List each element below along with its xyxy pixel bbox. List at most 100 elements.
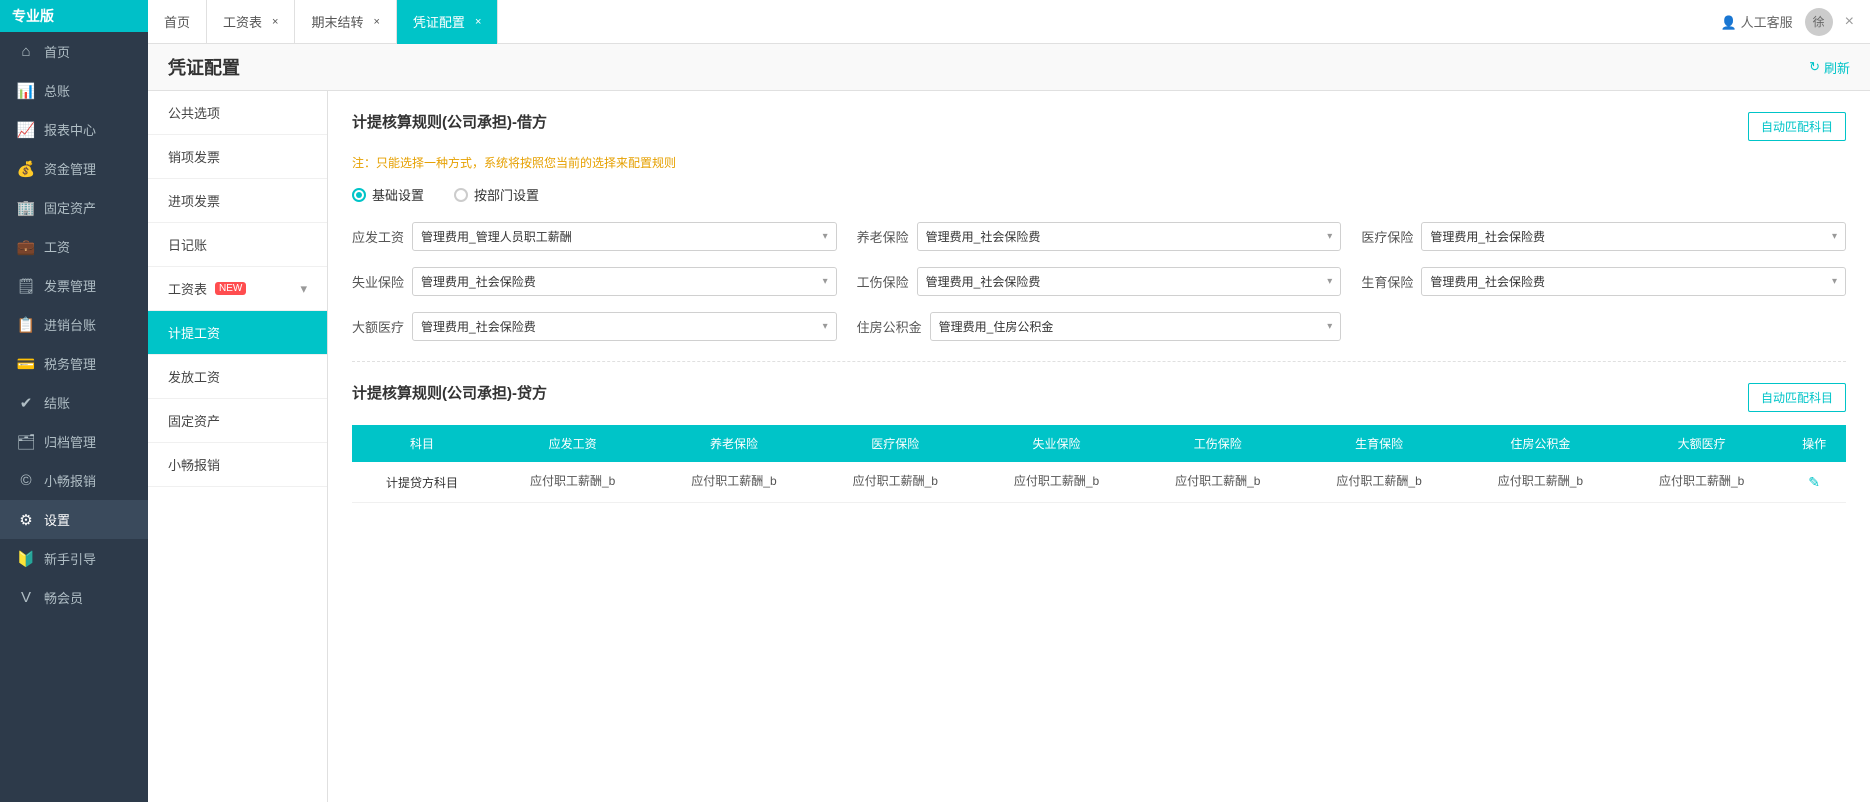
left-nav-item-deduct-invoice[interactable]: 进项发票: [148, 179, 327, 223]
sidebar-item-salary[interactable]: 💼 工资: [0, 227, 148, 266]
select-maternity[interactable]: 管理费用_社会保险费 ▾: [1421, 267, 1846, 296]
label-pension: 养老保险: [857, 227, 909, 246]
sidebar-item-newbie[interactable]: 🔰 新手引导: [0, 539, 148, 578]
sidebar-item-settings[interactable]: ⚙ 设置: [0, 500, 148, 539]
window-close-icon[interactable]: ×: [1845, 13, 1854, 31]
chevron-maternity: ▾: [1832, 276, 1837, 287]
select-housing[interactable]: 管理费用_住房公积金 ▾: [930, 312, 1342, 341]
cell-medical: 应付职工薪酬_b: [815, 462, 976, 503]
col-subject: 科目: [352, 425, 492, 462]
select-salary[interactable]: 管理费用_管理人员职工薪酬 ▾: [412, 222, 837, 251]
section2-title: 计提核算规则(公司承担)-贷方: [352, 382, 547, 403]
select-major-medical[interactable]: 管理费用_社会保险费 ▾: [412, 312, 837, 341]
select-pension[interactable]: 管理费用_社会保险费 ▾: [917, 222, 1342, 251]
radio-basic-circle: [352, 188, 366, 202]
tab-period-closing[interactable]: 期末结转 ×: [295, 0, 396, 44]
select-medical[interactable]: 管理费用_社会保险费 ▾: [1421, 222, 1846, 251]
main-area: 首页 工资表 × 期末结转 × 凭证配置 × 👤 人工客服 徐 × 凭证配置 ↻…: [148, 0, 1870, 802]
section1-header-row: 计提核算规则(公司承担)-借方 自动匹配科目: [352, 111, 1846, 142]
label-unemployment: 失业保险: [352, 272, 404, 291]
sidebar-item-xiaochang-report[interactable]: © 小畅报销: [0, 461, 148, 500]
form-row-3: 大额医疗 管理费用_社会保险费 ▾ 住房公积金 管理费用_住房公积金 ▾: [352, 312, 1846, 341]
chevron-housing: ▾: [1327, 321, 1332, 332]
main-panel: 计提核算规则(公司承担)-借方 自动匹配科目 注：只能选择一种方式，系统将按照您…: [328, 91, 1870, 802]
section1-note: 注：只能选择一种方式，系统将按照您当前的选择来配置规则: [352, 154, 1846, 171]
left-nav-item-cancel-invoice[interactable]: 销项发票: [148, 135, 327, 179]
auto-match-button-2[interactable]: 自动匹配科目: [1748, 383, 1846, 412]
sidebar-item-archive[interactable]: 🗂 归档管理: [0, 422, 148, 461]
refresh-icon: ↻: [1809, 59, 1820, 75]
form-item-unemployment: 失业保险 管理费用_社会保险费 ▾: [352, 267, 837, 296]
chevron-major-medical: ▾: [823, 321, 828, 332]
left-nav-item-fixed-assets[interactable]: 固定资产: [148, 399, 327, 443]
sidebar-item-fixed-assets[interactable]: 🏢 固定资产: [0, 188, 148, 227]
chevron-medical: ▾: [1832, 231, 1837, 242]
left-nav-item-public-options[interactable]: 公共选项: [148, 91, 327, 135]
label-salary: 应发工资: [352, 227, 404, 246]
topbar-right: 👤 人工客服 徐 ×: [1721, 8, 1870, 36]
form-item-salary: 应发工资 管理费用_管理人员职工薪酬 ▾: [352, 222, 837, 251]
report-icon: 📈: [16, 121, 36, 139]
left-nav-item-journal[interactable]: 日记账: [148, 223, 327, 267]
tab-salary-sheet[interactable]: 工资表 ×: [207, 0, 295, 44]
radio-dept-setup[interactable]: 按部门设置: [454, 185, 539, 204]
left-nav-item-calc-salary[interactable]: 计提工资: [148, 311, 327, 355]
table-row: 计提贷方科目 应付职工薪酬_b 应付职工薪酬_b 应付职工薪酬_b 应付职工薪酬…: [352, 462, 1846, 503]
col-major-medical: 大额医疗: [1621, 425, 1782, 462]
sidebar-item-home[interactable]: ⌂ 首页: [0, 32, 148, 71]
col-injury: 工伤保险: [1137, 425, 1298, 462]
left-nav-item-salary-sheet[interactable]: 工资表 NEW ▾: [148, 267, 327, 311]
section2: 计提核算规则(公司承担)-贷方 自动匹配科目 科目 应发工资 养老保险 医疗保险…: [352, 382, 1846, 503]
newbie-icon: 🔰: [16, 550, 36, 568]
cell-injury: 应付职工薪酬_b: [1137, 462, 1298, 503]
form-item-major-medical: 大额医疗 管理费用_社会保险费 ▾: [352, 312, 837, 341]
expand-icon: ▾: [300, 281, 307, 297]
general-ledger-icon: 📊: [16, 82, 36, 100]
close-salary-sheet-icon[interactable]: ×: [272, 16, 278, 28]
label-housing: 住房公积金: [857, 317, 922, 336]
sidebar-brand: 专业版: [0, 0, 148, 32]
radio-basic-setup[interactable]: 基础设置: [352, 185, 424, 204]
sidebar-item-tax-management[interactable]: 💳 税务管理: [0, 344, 148, 383]
form-item-housing: 住房公积金 管理费用_住房公积金 ▾: [857, 312, 1342, 341]
left-nav: 公共选项 销项发票 进项发票 日记账 工资表 NEW ▾ 计提工资: [148, 91, 328, 802]
sidebar-item-general-ledger[interactable]: 📊 总账: [0, 71, 148, 110]
home-icon: ⌂: [16, 43, 36, 60]
left-nav-item-xiaochang-expense[interactable]: 小畅报销: [148, 443, 327, 487]
form-item-maternity: 生育保险 管理费用_社会保险费 ▾: [1361, 267, 1846, 296]
label-medical: 医疗保险: [1361, 227, 1413, 246]
topbar: 首页 工资表 × 期末结转 × 凭证配置 × 👤 人工客服 徐 ×: [148, 0, 1870, 44]
close-voucher-config-icon[interactable]: ×: [475, 16, 481, 28]
sidebar-item-vip[interactable]: V 畅会员: [0, 578, 148, 617]
form-row-1: 应发工资 管理费用_管理人员职工薪酬 ▾ 养老保险 管理费用_社会保险费 ▾: [352, 222, 1846, 251]
col-medical: 医疗保险: [815, 425, 976, 462]
sidebar-item-invoice-management[interactable]: 🗒 发票管理: [0, 266, 148, 305]
sidebar-item-closing[interactable]: ✔ 结账: [0, 383, 148, 422]
refresh-button[interactable]: ↻ 刷新: [1809, 58, 1850, 77]
edit-row-button[interactable]: ✎: [1808, 474, 1820, 490]
chevron-injury: ▾: [1327, 276, 1332, 287]
settings-icon: ⚙: [16, 511, 36, 529]
form-item-pension: 养老保险 管理费用_社会保险费 ▾: [857, 222, 1342, 251]
label-major-medical: 大额医疗: [352, 317, 404, 336]
section1: 计提核算规则(公司承担)-借方 自动匹配科目 注：只能选择一种方式，系统将按照您…: [352, 111, 1846, 341]
select-unemployment[interactable]: 管理费用_社会保险费 ▾: [412, 267, 837, 296]
sidebar-item-fund-management[interactable]: 💰 资金管理: [0, 149, 148, 188]
cell-maternity: 应付职工薪酬_b: [1298, 462, 1459, 503]
left-nav-item-pay-salary[interactable]: 发放工资: [148, 355, 327, 399]
tab-home[interactable]: 首页: [148, 0, 207, 44]
sidebar-item-report-center[interactable]: 📈 报表中心: [0, 110, 148, 149]
form-row-2: 失业保险 管理费用_社会保险费 ▾ 工伤保险 管理费用_社会保险费 ▾: [352, 267, 1846, 296]
fund-icon: 💰: [16, 160, 36, 178]
section2-header-row: 计提核算规则(公司承担)-贷方 自动匹配科目: [352, 382, 1846, 413]
sidebar-item-sales-ledger[interactable]: 📋 进销台账: [0, 305, 148, 344]
label-maternity: 生育保险: [1361, 272, 1413, 291]
cell-housing: 应付职工薪酬_b: [1460, 462, 1621, 503]
section-divider: [352, 361, 1846, 362]
tab-voucher-config[interactable]: 凭证配置 ×: [397, 0, 498, 44]
col-housing: 住房公积金: [1460, 425, 1621, 462]
col-action: 操作: [1782, 425, 1846, 462]
close-period-closing-icon[interactable]: ×: [373, 16, 379, 28]
select-injury[interactable]: 管理费用_社会保险费 ▾: [917, 267, 1342, 296]
auto-match-button-1[interactable]: 自动匹配科目: [1748, 112, 1846, 141]
